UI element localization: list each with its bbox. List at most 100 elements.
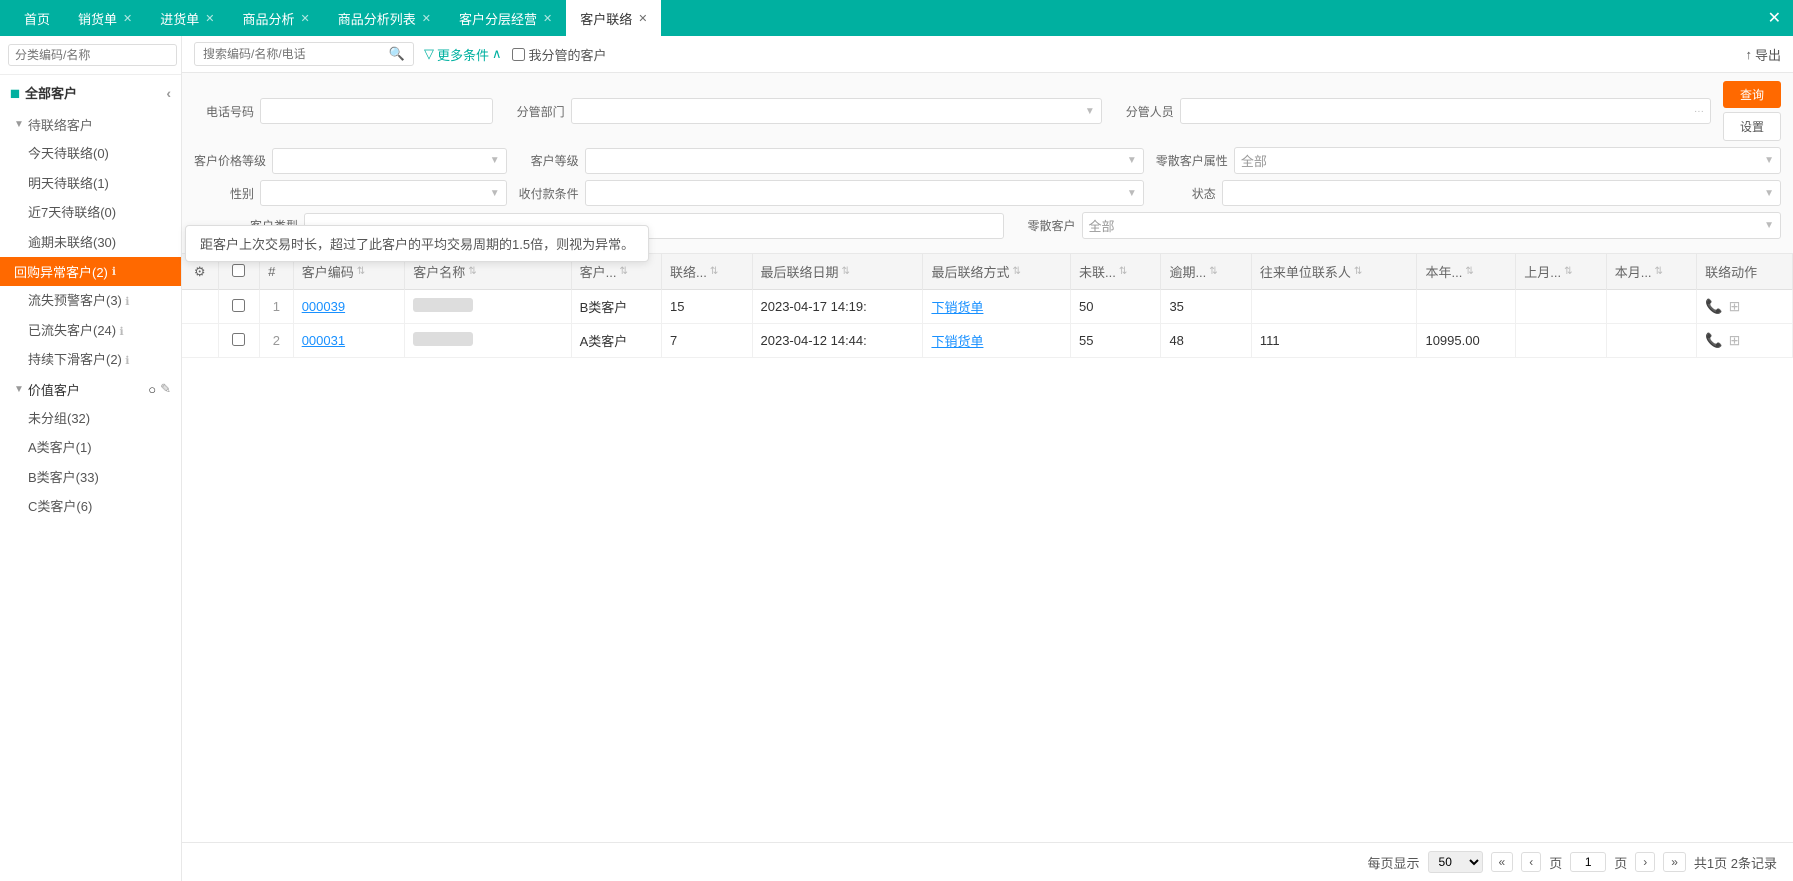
- sort-lcd-icon[interactable]: ⇅: [842, 266, 850, 277]
- customer-level-select[interactable]: ▼: [585, 148, 1144, 174]
- value-group-edit-icon[interactable]: ✎: [160, 381, 171, 397]
- sort-name-icon[interactable]: ⇅: [468, 266, 476, 277]
- sidebar-item-unclassified[interactable]: 未分组(32): [0, 404, 181, 434]
- main-search-input[interactable]: [203, 47, 385, 61]
- current-page-input[interactable]: [1570, 852, 1606, 872]
- sidebar-pending-group[interactable]: ▼ 待联络客户: [0, 110, 181, 139]
- export-icon: ↑: [1745, 47, 1752, 62]
- sort-tm-icon[interactable]: ⇅: [1655, 266, 1663, 277]
- sort-category-icon[interactable]: ⇅: [619, 266, 627, 277]
- sort-lm-icon[interactable]: ⇅: [1564, 266, 1572, 277]
- table-last-month-header: 上月...⇅: [1516, 254, 1606, 290]
- sidebar-search-input[interactable]: [8, 44, 177, 66]
- my-customers-filter: 我分管的客户: [512, 45, 607, 64]
- nav-customer-contact[interactable]: 客户联络 ✕: [566, 0, 661, 36]
- filter-cell-phone: 电话号码: [194, 98, 493, 124]
- sidebar-item-class-a[interactable]: A类客户(1): [0, 433, 181, 463]
- sidebar-item-overdue-pending[interactable]: 逾期未联络(30): [0, 228, 181, 258]
- sort-contact-icon[interactable]: ⇅: [710, 266, 718, 277]
- prev-page-button[interactable]: ‹: [1521, 852, 1541, 872]
- nav-product-analysis[interactable]: 商品分析 ✕: [228, 0, 323, 36]
- row1-index: 1: [260, 290, 294, 324]
- sidebar-item-already-lost[interactable]: 已流失客户(24) ℹ: [0, 316, 181, 346]
- sidebar-item-7day-pending[interactable]: 近7天待联络(0): [0, 198, 181, 228]
- row1-phone-icon[interactable]: 📞: [1705, 298, 1722, 315]
- settings-button[interactable]: 设置: [1723, 112, 1781, 141]
- first-page-button[interactable]: «: [1491, 852, 1514, 872]
- filter-actions: 查询 设置: [1723, 81, 1781, 141]
- row1-checkbox-cell[interactable]: [218, 290, 260, 324]
- row1-last-contact-date: 2023-04-17 14:19:: [752, 290, 923, 324]
- price-level-select[interactable]: ▼: [272, 148, 507, 174]
- nav-sales-order[interactable]: 销货单 ✕: [64, 0, 146, 36]
- row2-index: 2: [260, 324, 294, 358]
- sort-lcm-icon[interactable]: ⇅: [1012, 266, 1020, 277]
- retail-attr-select[interactable]: 全部 ▼: [1234, 147, 1781, 174]
- retail-customer-caret-icon: ▼: [1764, 220, 1774, 231]
- nav-product-analysis-list[interactable]: 商品分析列表 ✕: [324, 0, 445, 36]
- status-select[interactable]: ▼: [1222, 180, 1781, 206]
- nav-home[interactable]: 首页: [10, 0, 64, 36]
- sidebar-collapse-right-icon[interactable]: ‹: [166, 85, 171, 101]
- sidebar-collapse-icon: ◼: [10, 86, 20, 100]
- sidebar-item-repurchase-abnormal[interactable]: 回购异常客户(2) ℹ: [0, 257, 181, 286]
- close-customer-contact-icon[interactable]: ✕: [638, 12, 647, 25]
- retail-customer-select[interactable]: 全部 ▼: [1082, 212, 1782, 239]
- row1-grid-icon[interactable]: ⊞: [1729, 298, 1741, 315]
- last-page-button[interactable]: »: [1663, 852, 1686, 872]
- sidebar-item-class-c[interactable]: C类客户(6): [0, 492, 181, 522]
- sort-ty-icon[interactable]: ⇅: [1465, 266, 1473, 277]
- row2-contact: 7: [662, 324, 752, 358]
- sidebar-item-class-b[interactable]: B类客户(33): [0, 463, 181, 493]
- next-page-button[interactable]: ›: [1635, 852, 1655, 872]
- row1-name[interactable]: [405, 290, 571, 324]
- row1-checkbox[interactable]: [232, 299, 245, 312]
- row2-name[interactable]: [405, 324, 571, 358]
- pagination-bar: 每页显示 50 20 100 « ‹ 页 页 › » 共1页 2条记录: [182, 842, 1793, 881]
- row2-grid-icon[interactable]: ⊞: [1729, 332, 1741, 349]
- close-customer-layered-icon[interactable]: ✕: [543, 12, 552, 25]
- select-all-checkbox[interactable]: [232, 264, 245, 277]
- row1-unread: 50: [1070, 290, 1160, 324]
- row2-checkbox-cell[interactable]: [218, 324, 260, 358]
- nav-customer-layered[interactable]: 客户分层经营 ✕: [445, 0, 566, 36]
- close-product-analysis-icon[interactable]: ✕: [301, 12, 310, 25]
- row1-this-month: [1606, 290, 1696, 324]
- close-product-analysis-list-icon[interactable]: ✕: [422, 12, 431, 25]
- manager-select[interactable]: ···: [1180, 98, 1711, 124]
- nav-purchase-order[interactable]: 进货单 ✕: [146, 0, 228, 36]
- close-purchase-order-icon[interactable]: ✕: [205, 12, 214, 25]
- row2-last-contact-method[interactable]: 下销货单: [923, 324, 1071, 358]
- filter-row-2: 客户价格等级 ▼ 客户等级 ▼ 零散客户属性 全部: [194, 147, 1781, 174]
- sidebar-item-declining[interactable]: 持续下滑客户(2) ℹ: [0, 345, 181, 375]
- sort-overdue-icon[interactable]: ⇅: [1209, 266, 1217, 277]
- page-size-select[interactable]: 50 20 100: [1428, 851, 1483, 873]
- query-button[interactable]: 查询: [1723, 81, 1781, 108]
- value-group-circle-icon[interactable]: ○: [148, 382, 156, 397]
- sort-code-icon[interactable]: ⇅: [357, 266, 365, 277]
- more-filters-caret-icon: ∧: [492, 46, 502, 62]
- row1-code[interactable]: 000039: [293, 290, 405, 324]
- export-button[interactable]: ↑ 导出: [1745, 45, 1781, 64]
- my-customers-checkbox[interactable]: [512, 48, 525, 61]
- row2-code[interactable]: 000031: [293, 324, 405, 358]
- close-sales-order-icon[interactable]: ✕: [123, 12, 132, 25]
- sidebar-item-today-pending[interactable]: 今天待联络(0): [0, 139, 181, 169]
- sidebar-value-group[interactable]: ▼ 价值客户 ○ ✎: [0, 375, 181, 404]
- phone-input[interactable]: [260, 98, 493, 124]
- row1-action: 📞 ⊞: [1697, 290, 1793, 324]
- row2-phone-icon[interactable]: 📞: [1705, 332, 1722, 349]
- payment-select[interactable]: ▼: [585, 180, 1144, 206]
- dept-select[interactable]: ▼: [571, 98, 1102, 124]
- row1-last-contact-method[interactable]: 下销货单: [923, 290, 1071, 324]
- more-filters-btn[interactable]: ▽ 更多条件 ∧: [424, 45, 502, 64]
- sort-uc-icon[interactable]: ⇅: [1354, 266, 1362, 277]
- window-close-button[interactable]: ✕: [1768, 8, 1781, 28]
- sidebar-item-lost-warning[interactable]: 流失预警客户(3) ℹ: [0, 286, 181, 316]
- gender-select[interactable]: ▼: [260, 180, 507, 206]
- row2-checkbox[interactable]: [232, 333, 245, 346]
- sidebar-item-tomorrow-pending[interactable]: 明天待联络(1): [0, 169, 181, 199]
- row2-this-year: 10995.00: [1417, 324, 1516, 358]
- table-this-month-header: 本月...⇅: [1606, 254, 1696, 290]
- sort-unread-icon[interactable]: ⇅: [1119, 266, 1127, 277]
